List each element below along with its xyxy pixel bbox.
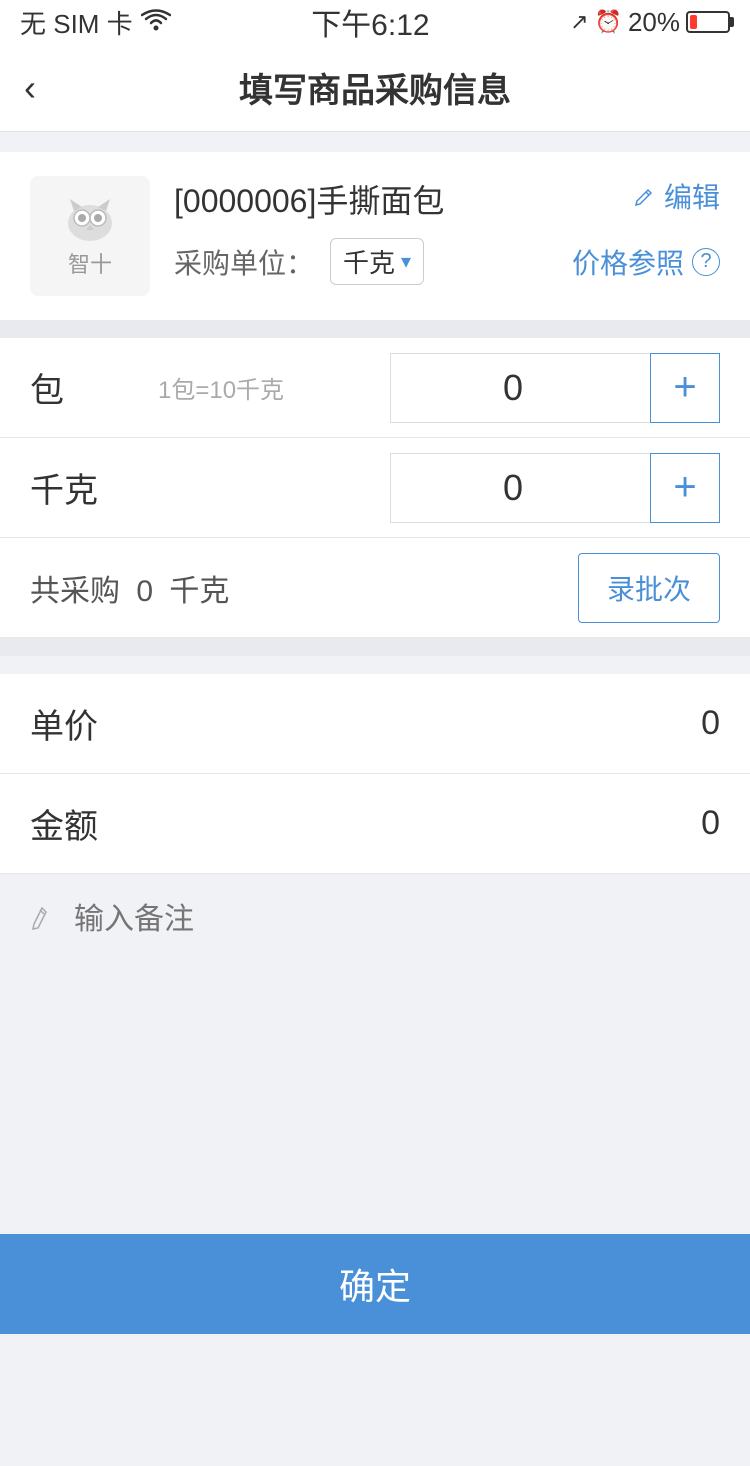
status-bar: 无 SIM 卡 下午6:12 ↗ ⏰ 20% bbox=[0, 0, 750, 44]
unit-label: 采购单位： bbox=[174, 242, 314, 282]
amount-label: 金额 bbox=[30, 799, 98, 848]
help-icon: ? bbox=[692, 248, 720, 276]
alarm-icon: ⏰ bbox=[595, 9, 622, 35]
bag-label: 包 bbox=[30, 363, 150, 412]
amount-value: 0 bbox=[701, 804, 720, 843]
bag-input-right: + bbox=[390, 353, 720, 423]
record-batch-button[interactable]: 录批次 bbox=[578, 553, 720, 623]
product-header: [0000006]手撕面包 编辑 bbox=[174, 176, 720, 222]
amount-row: 金额 0 bbox=[0, 774, 750, 874]
carrier-label: 无 SIM 卡 bbox=[20, 4, 133, 41]
battery-icon bbox=[686, 11, 730, 33]
price-row: 单价 0 bbox=[0, 674, 750, 774]
back-button[interactable]: ‹ bbox=[24, 67, 36, 109]
remark-input[interactable] bbox=[74, 903, 720, 937]
summary-value: 0 bbox=[136, 575, 153, 608]
product-image: 智十 bbox=[30, 176, 150, 296]
product-info: [0000006]手撕面包 编辑 采购单位： 千克 ▾ 价格参照 ? bbox=[174, 176, 720, 285]
kg-label: 千克 bbox=[30, 463, 150, 512]
edit-button[interactable]: 编辑 bbox=[634, 176, 720, 216]
location-icon: ↗ bbox=[570, 9, 588, 35]
confirm-button[interactable]: 确定 bbox=[0, 1234, 750, 1334]
price-label: 单价 bbox=[30, 699, 98, 748]
owl-label: 智十 bbox=[68, 247, 112, 279]
kg-plus-button[interactable]: + bbox=[650, 453, 720, 523]
wifi-icon bbox=[141, 7, 171, 38]
summary-row: 共采购 0 千克 录批次 bbox=[0, 538, 750, 638]
bag-plus-button[interactable]: + bbox=[650, 353, 720, 423]
section-divider-2 bbox=[0, 638, 750, 656]
section-divider-1 bbox=[0, 320, 750, 338]
kg-input-right: + bbox=[390, 453, 720, 523]
content-area bbox=[0, 966, 750, 1466]
bag-input[interactable] bbox=[390, 353, 650, 423]
product-name: [0000006]手撕面包 bbox=[174, 176, 444, 222]
product-unit-row: 采购单位： 千克 ▾ 价格参照 ? bbox=[174, 238, 720, 285]
nav-bar: ‹ 填写商品采购信息 bbox=[0, 44, 750, 132]
battery-percent: 20% bbox=[628, 7, 680, 38]
remark-section bbox=[0, 874, 750, 966]
price-ref-button[interactable]: 价格参照 ? bbox=[572, 242, 720, 282]
status-left: 无 SIM 卡 bbox=[20, 4, 171, 41]
summary-text: 共采购 0 千克 bbox=[30, 566, 229, 610]
kg-input-row: 千克 + bbox=[0, 438, 750, 538]
bag-sublabel: 1包=10千克 bbox=[158, 370, 284, 405]
status-time: 下午6:12 bbox=[311, 0, 429, 44]
input-section: 包 1包=10千克 + 千克 + bbox=[0, 338, 750, 538]
product-card: 智十 [0000006]手撕面包 编辑 采购单位： 千克 ▾ 价格参照 ? bbox=[0, 152, 750, 320]
page-title: 填写商品采购信息 bbox=[239, 63, 511, 112]
unit-select[interactable]: 千克 ▾ bbox=[330, 238, 424, 285]
price-amount-section: 单价 0 金额 0 bbox=[0, 674, 750, 874]
kg-input[interactable] bbox=[390, 453, 650, 523]
bag-input-row: 包 1包=10千克 + bbox=[0, 338, 750, 438]
status-right: ↗ ⏰ 20% bbox=[570, 7, 730, 38]
price-value: 0 bbox=[701, 704, 720, 743]
dropdown-icon: ▾ bbox=[401, 249, 411, 274]
pencil-icon bbox=[30, 902, 58, 938]
